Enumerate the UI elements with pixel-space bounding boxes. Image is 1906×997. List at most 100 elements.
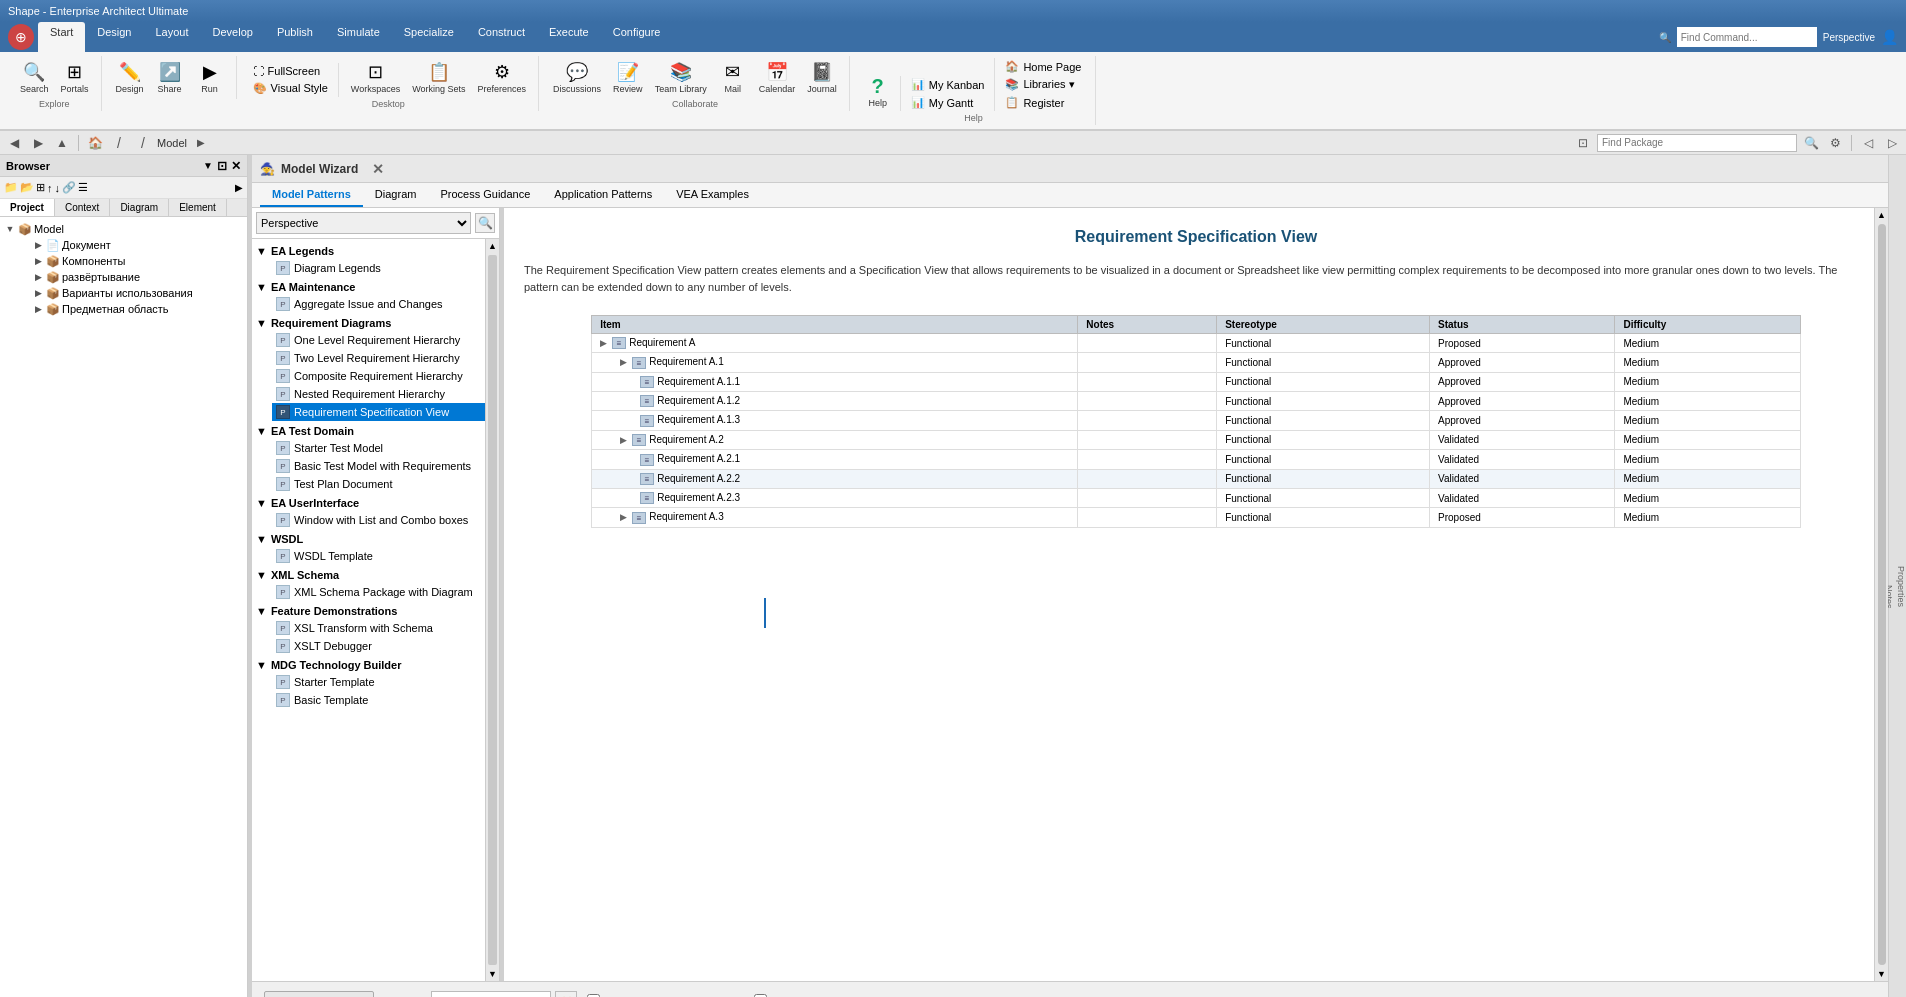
wizard-close-btn[interactable]: ✕ (372, 161, 384, 177)
tree-item-usecases[interactable]: ▶ 📦 Варианты использования (18, 285, 243, 301)
share-button[interactable]: ↗️ Share (152, 58, 188, 97)
group-header-mdg[interactable]: ▼ MDG Technology Builder (256, 657, 495, 673)
pattern-xslt-debugger[interactable]: P XSLT Debugger (272, 637, 495, 655)
working-sets-button[interactable]: 📋 Working Sets (408, 58, 469, 97)
tree-item-model[interactable]: ▼ 📦 Model (4, 221, 243, 237)
help-button[interactable]: ? Help (860, 72, 896, 111)
run-button[interactable]: ▶ Run (192, 58, 228, 97)
pattern-composite-req[interactable]: P Composite Requirement Hierarchy (272, 367, 495, 385)
pattern-starter-test[interactable]: P Starter Test Model (272, 439, 495, 457)
pattern-aggregate-issue[interactable]: P Aggregate Issue and Changes (272, 295, 495, 313)
review-button[interactable]: 📝 Review (609, 58, 647, 97)
pattern-wsdl-template[interactable]: P WSDL Template (272, 547, 495, 565)
perspective-label[interactable]: Perspective (1823, 32, 1875, 43)
ribbon-tab-specialize[interactable]: Specialize (392, 22, 466, 52)
add-to-browse-btn[interactable]: 📁 (555, 991, 577, 998)
tree-item-domain[interactable]: ▶ 📦 Предметная область (18, 301, 243, 317)
group-header-feature-demo[interactable]: ▼ Feature Demonstrations (256, 603, 495, 619)
design-button[interactable]: ✏️ Design (112, 58, 148, 97)
tree-toolbar-btn3[interactable]: ⊞ (36, 181, 45, 194)
ribbon-tab-design[interactable]: Design (85, 22, 143, 52)
mail-button[interactable]: ✉ Mail (715, 58, 751, 97)
tree-toolbar-btn7[interactable]: ☰ (78, 181, 88, 194)
find-package-input[interactable] (1597, 134, 1797, 152)
user-icon[interactable]: 👤 (1881, 29, 1898, 45)
team-library-button[interactable]: 📚 Team Library (651, 58, 711, 97)
preferences-button[interactable]: ⚙ Preferences (474, 58, 531, 97)
ribbon-tab-start[interactable]: Start (38, 22, 85, 52)
group-header-wsdl[interactable]: ▼ WSDL (256, 531, 495, 547)
app-icon[interactable]: ⊕ (8, 24, 34, 50)
wizard-tab-model-patterns[interactable]: Model Patterns (260, 183, 363, 207)
wizard-tab-diagram[interactable]: Diagram (363, 183, 429, 207)
my-gantt-button[interactable]: 📊 My Gantt (905, 94, 991, 111)
preview-scroll-up[interactable]: ▲ (1875, 208, 1888, 222)
tree-item-components[interactable]: ▶ 📦 Компоненты (18, 253, 243, 269)
visual-style-button[interactable]: 🎨 Visual Style (247, 80, 334, 97)
nav-up-button[interactable]: ▲ (52, 133, 72, 153)
discussions-button[interactable]: 💬 Discussions (549, 58, 605, 97)
pattern-test-plan[interactable]: P Test Plan Document (272, 475, 495, 493)
perspective-select[interactable]: Perspective All Patterns (256, 212, 471, 234)
group-header-ea-legends[interactable]: ▼ EA Legends (256, 243, 495, 259)
pattern-search-btn[interactable]: 🔍 (475, 213, 495, 233)
nav-collapse-btn[interactable]: ◁ (1858, 133, 1878, 153)
group-header-ea-maintenance[interactable]: ▼ EA Maintenance (256, 279, 495, 295)
fullscreen-button[interactable]: ⛶ FullScreen (247, 63, 334, 79)
create-patterns-button[interactable]: Create Pattern(s) (264, 991, 374, 998)
pattern-two-level-req[interactable]: P Two Level Requirement Hierarchy (272, 349, 495, 367)
browser-tab-context[interactable]: Context (55, 199, 110, 216)
wizard-tab-process[interactable]: Process Guidance (428, 183, 542, 207)
nav-back-button[interactable]: ◀ (4, 133, 24, 153)
tree-expand-model[interactable]: ▼ (4, 223, 16, 235)
nav-forward-button[interactable]: ▶ (28, 133, 48, 153)
pattern-one-level-req[interactable]: P One Level Requirement Hierarchy (272, 331, 495, 349)
group-header-xml[interactable]: ▼ XML Schema (256, 567, 495, 583)
ribbon-tab-publish[interactable]: Publish (265, 22, 325, 52)
find-package-settings-btn[interactable]: ⚙ (1825, 133, 1845, 153)
tree-item-deploy[interactable]: ▶ 📦 развёртывание (18, 269, 243, 285)
find-package-search-btn[interactable]: 🔍 (1801, 133, 1821, 153)
browser-tab-element[interactable]: Element (169, 199, 227, 216)
register-button[interactable]: 📋 Register (999, 94, 1087, 111)
browser-tab-diagram[interactable]: Diagram (110, 199, 169, 216)
pattern-window-list[interactable]: P Window with List and Combo boxes (272, 511, 495, 529)
tree-toolbar-btn2[interactable]: 📂 (20, 181, 34, 194)
pattern-scroll-down[interactable]: ▼ (486, 967, 499, 981)
preview-scroll-down[interactable]: ▼ (1875, 967, 1888, 981)
tree-toolbar-btn6[interactable]: 🔗 (62, 181, 76, 194)
journal-button[interactable]: 📓 Journal (803, 58, 841, 97)
pattern-diagram-legends[interactable]: P Diagram Legends (272, 259, 495, 277)
libraries-button[interactable]: 📚 Libraries ▾ (999, 76, 1087, 93)
pattern-basic-template[interactable]: P Basic Template (272, 691, 495, 709)
nav-expand-right-btn[interactable]: ▷ (1882, 133, 1902, 153)
pattern-xsl-transform[interactable]: P XSL Transform with Schema (272, 619, 495, 637)
browser-menu-btn[interactable]: ▼ (203, 160, 213, 171)
tree-expand-btn[interactable]: ▶ (235, 182, 243, 193)
browser-tab-project[interactable]: Project (0, 199, 55, 216)
browser-close-btn[interactable]: ✕ (231, 159, 241, 173)
tree-toolbar-btn1[interactable]: 📁 (4, 181, 18, 194)
pattern-scroll-up[interactable]: ▲ (486, 239, 499, 253)
browser-detach-btn[interactable]: ⊡ (217, 159, 227, 173)
wizard-tab-app-patterns[interactable]: Application Patterns (542, 183, 664, 207)
ribbon-tab-construct[interactable]: Construct (466, 22, 537, 52)
ribbon-tab-develop[interactable]: Develop (201, 22, 265, 52)
ribbon-tab-configure[interactable]: Configure (601, 22, 673, 52)
find-command-input[interactable] (1677, 27, 1817, 47)
tree-item-doc[interactable]: ▶ 📄 Документ (18, 237, 243, 253)
pattern-xml-schema-pkg[interactable]: P XML Schema Package with Diagram (272, 583, 495, 601)
add-to-input[interactable] (431, 991, 551, 998)
group-header-req-diagrams[interactable]: ▼ Requirement Diagrams (256, 315, 495, 331)
calendar-button[interactable]: 📅 Calendar (755, 58, 800, 97)
nav-breadcrumb-model[interactable]: Model (157, 137, 187, 149)
ribbon-tab-layout[interactable]: Layout (143, 22, 200, 52)
wizard-tab-vea[interactable]: VEA Examples (664, 183, 761, 207)
portals-button[interactable]: ⊞ Portals (57, 58, 93, 97)
nav-home-button[interactable]: 🏠 (85, 133, 105, 153)
pattern-basic-test[interactable]: P Basic Test Model with Requirements (272, 457, 495, 475)
home-page-button[interactable]: 🏠 Home Page (999, 58, 1087, 75)
nav-expand-button[interactable]: ⊡ (1573, 133, 1593, 153)
group-header-ea-ui[interactable]: ▼ EA UserInterface (256, 495, 495, 511)
ribbon-tab-execute[interactable]: Execute (537, 22, 601, 52)
